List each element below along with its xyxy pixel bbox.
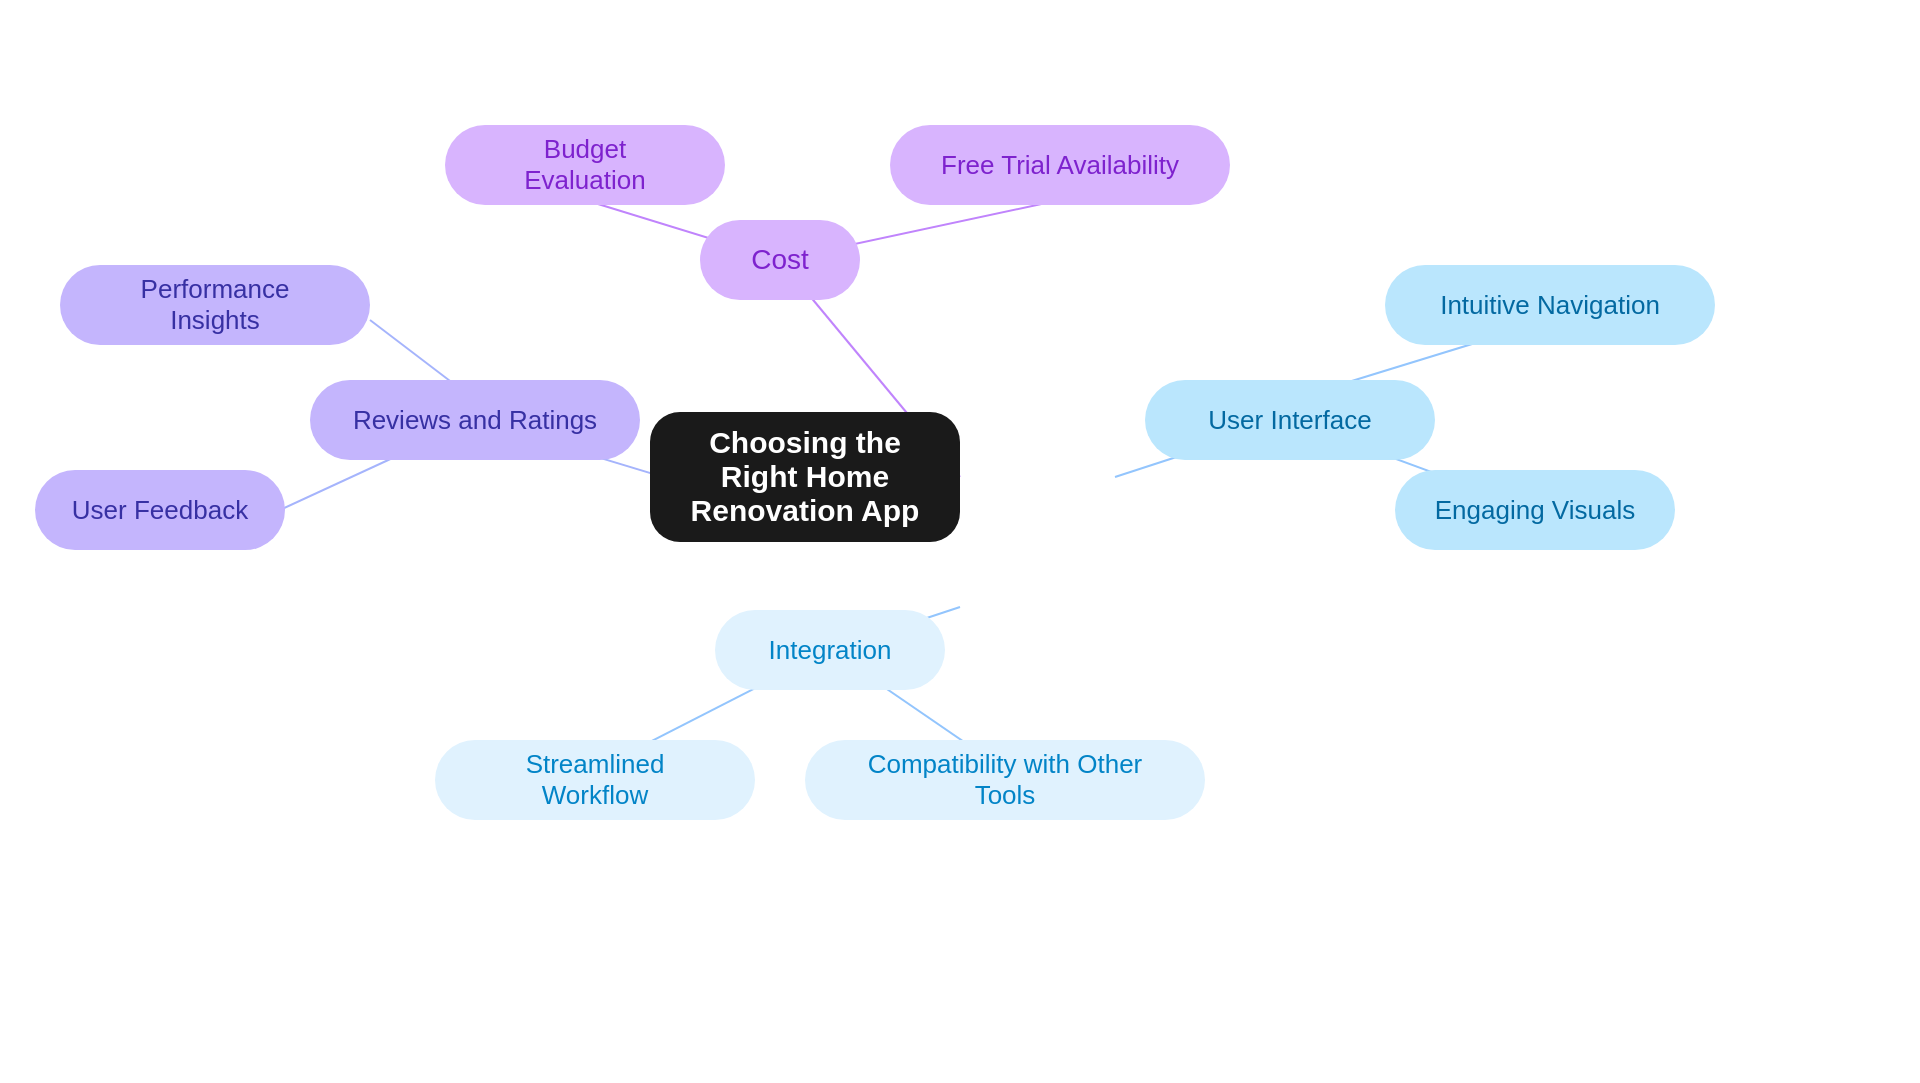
budget-evaluation-node: Budget Evaluation xyxy=(445,125,725,205)
engaging-visuals-node: Engaging Visuals xyxy=(1395,470,1675,550)
user-feedback-node: User Feedback xyxy=(35,470,285,550)
integration-node: Integration xyxy=(715,610,945,690)
reviews-ratings-node: Reviews and Ratings xyxy=(310,380,640,460)
intuitive-navigation-node: Intuitive Navigation xyxy=(1385,265,1715,345)
compatibility-node: Compatibility with Other Tools xyxy=(805,740,1205,820)
free-trial-node: Free Trial Availability xyxy=(890,125,1230,205)
performance-insights-node: Performance Insights xyxy=(60,265,370,345)
center-node: Choosing the Right Home Renovation App xyxy=(650,412,960,542)
user-interface-node: User Interface xyxy=(1145,380,1435,460)
streamlined-workflow-node: Streamlined Workflow xyxy=(435,740,755,820)
cost-node: Cost xyxy=(700,220,860,300)
